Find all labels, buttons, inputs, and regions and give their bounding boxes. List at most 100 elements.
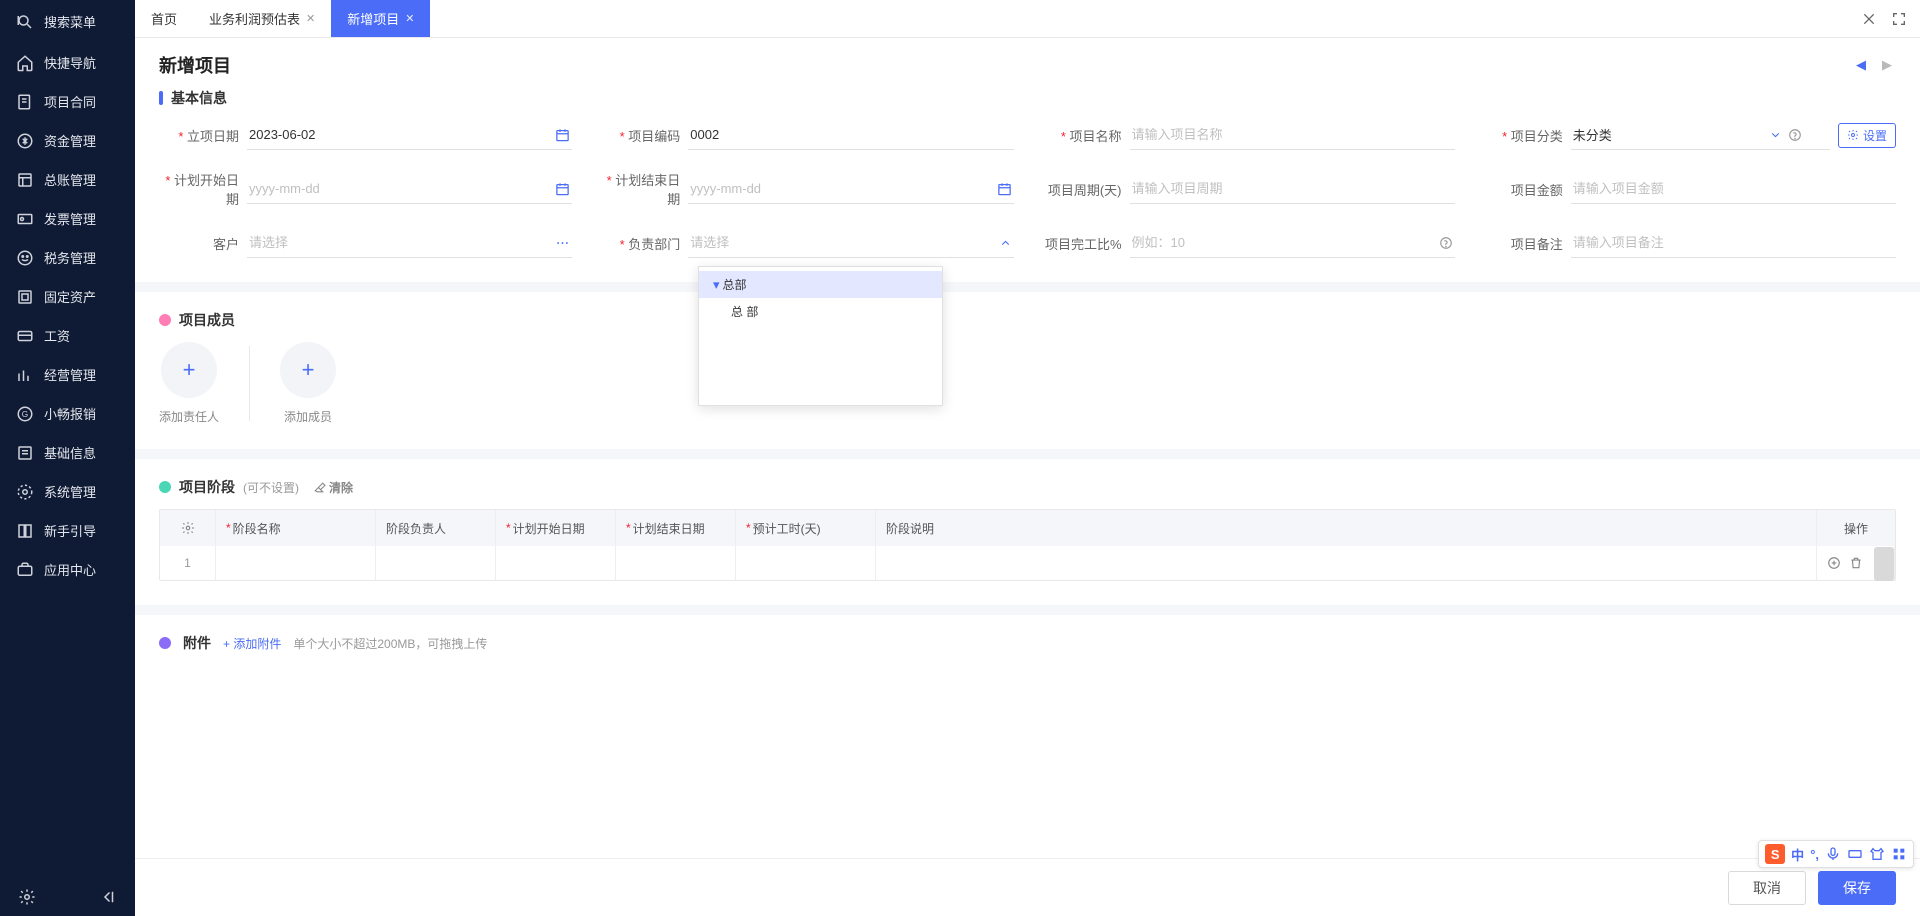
add-row-icon[interactable] <box>1827 556 1841 570</box>
more-icon[interactable] <box>555 236 570 251</box>
dropdown-item-child[interactable]: 总 部 <box>699 298 942 325</box>
sidebar-item-funds[interactable]: 资金管理 <box>0 121 135 160</box>
ime-punct[interactable]: °, <box>1810 847 1819 862</box>
label-amount: 项目金额 <box>1483 180 1571 199</box>
sidebar-item-quicknav[interactable]: 快捷导航 <box>0 43 135 82</box>
input-remark[interactable] <box>1571 228 1896 258</box>
dropdown-item-parent[interactable]: ▾总部 <box>699 271 942 298</box>
grid-icon[interactable] <box>1891 846 1907 862</box>
page-title: 新增项目 <box>159 52 231 78</box>
ime-toolbar[interactable]: S 中 °, <box>1758 840 1914 868</box>
close-icon[interactable]: ✕ <box>405 12 414 25</box>
input-complete[interactable] <box>1130 228 1455 258</box>
sidebar-item-invoice[interactable]: 发票管理 <box>0 199 135 238</box>
input-code[interactable] <box>688 120 1013 150</box>
gear-icon[interactable] <box>18 888 36 906</box>
sidebar-search[interactable]: 搜索菜单 <box>0 0 135 43</box>
chevron-down-icon[interactable] <box>1769 129 1782 142</box>
sidebar-item-operation[interactable]: 经营管理 <box>0 355 135 394</box>
sidebar-item-basicinfo[interactable]: 基础信息 <box>0 433 135 472</box>
scrollbar[interactable] <box>1874 547 1894 581</box>
add-attachment-button[interactable]: + 添加附件 <box>223 635 281 652</box>
plus-icon: + <box>161 342 217 398</box>
expense-icon: G <box>16 405 34 423</box>
sidebar-item-tax[interactable]: 税务管理 <box>0 238 135 277</box>
sidebar-item-ledger[interactable]: 总账管理 <box>0 160 135 199</box>
mic-icon[interactable] <box>1825 846 1841 862</box>
divider <box>249 346 250 421</box>
sidebar-item-expense[interactable]: G小畅报销 <box>0 394 135 433</box>
input-date[interactable] <box>247 120 572 150</box>
section-title-members: 项目成员 <box>179 310 235 330</box>
tab-home[interactable]: 首页 <box>135 0 193 37</box>
sidebar-item-assets[interactable]: 固定资产 <box>0 277 135 316</box>
collapse-icon[interactable] <box>99 888 117 906</box>
plus-icon: + <box>280 342 336 398</box>
col-desc: 阶段说明 <box>876 510 1817 546</box>
sidebar-item-system[interactable]: 系统管理 <box>0 472 135 511</box>
next-arrow[interactable]: ▶ <box>1878 53 1896 77</box>
info-icon <box>16 444 34 462</box>
input-plan-start[interactable] <box>247 174 572 204</box>
add-owner[interactable]: +添加责任人 <box>159 342 219 425</box>
assets-icon <box>16 288 34 306</box>
sidebar-item-project-contract[interactable]: 项目合同 <box>0 82 135 121</box>
input-customer[interactable] <box>247 228 572 258</box>
table-row[interactable]: 1 <box>160 546 1895 580</box>
tab-profit-report[interactable]: 业务利润预估表✕ <box>193 0 331 37</box>
clear-button[interactable]: 清除 <box>313 479 353 496</box>
calendar-icon[interactable] <box>555 128 570 143</box>
tab-new-project[interactable]: 新增项目✕ <box>331 0 430 37</box>
stages-hint: (可不设置) <box>243 479 299 496</box>
tax-icon <box>16 249 34 267</box>
contract-icon <box>16 93 34 111</box>
close-icon[interactable]: ✕ <box>306 12 315 25</box>
help-icon[interactable] <box>1439 236 1453 250</box>
section-title-basic: 基本信息 <box>171 88 227 108</box>
input-period[interactable] <box>1130 174 1455 204</box>
settings-button[interactable]: 设置 <box>1838 123 1896 148</box>
input-amount[interactable] <box>1571 174 1896 204</box>
calendar-icon[interactable] <box>555 182 570 197</box>
caret-down-icon: ▾ <box>713 277 720 293</box>
chart-icon <box>16 366 34 384</box>
content: 新增项目 ◀ ▶ 基本信息 立项日期 项目编码 项目名称 项目分类设置 计划开始… <box>135 38 1920 858</box>
chevron-up-icon[interactable] <box>999 237 1012 250</box>
input-plan-end[interactable] <box>688 174 1013 204</box>
label-customer: 客户 <box>159 234 247 253</box>
invoice-icon <box>16 210 34 228</box>
skin-icon[interactable] <box>1869 846 1885 862</box>
gear-icon[interactable] <box>181 521 195 535</box>
funds-icon <box>16 132 34 150</box>
ime-lang[interactable]: 中 <box>1791 845 1804 864</box>
attach-hint: 单个大小不超过200MB，可拖拽上传 <box>293 635 487 652</box>
main: 首页 业务利润预估表✕ 新增项目✕ 新增项目 ◀ ▶ 基本信息 <box>135 0 1920 916</box>
close-all-button[interactable] <box>1858 8 1880 30</box>
sidebar-item-guide[interactable]: 新手引导 <box>0 511 135 550</box>
ledger-icon <box>16 171 34 189</box>
prev-arrow[interactable]: ◀ <box>1852 53 1870 77</box>
eraser-icon <box>313 481 326 494</box>
delete-row-icon[interactable] <box>1849 556 1863 570</box>
label-date: 立项日期 <box>159 126 247 145</box>
svg-text:G: G <box>22 410 28 419</box>
section-title-stages: 项目阶段 <box>179 477 235 497</box>
keyboard-icon[interactable] <box>1847 846 1863 862</box>
label-plan-end: 计划结束日期 <box>600 170 688 208</box>
save-button[interactable]: 保存 <box>1818 871 1896 905</box>
fullscreen-button[interactable] <box>1888 8 1910 30</box>
col-op: 操作 <box>1817 510 1895 546</box>
input-dept[interactable] <box>688 228 1013 258</box>
add-member[interactable]: +添加成员 <box>280 342 336 425</box>
gear-icon <box>1847 129 1859 141</box>
col-start: 计划开始日期 <box>496 510 616 546</box>
calendar-icon[interactable] <box>997 182 1012 197</box>
col-owner: 阶段负责人 <box>376 510 496 546</box>
col-name: 阶段名称 <box>216 510 376 546</box>
help-icon[interactable] <box>1788 128 1802 142</box>
sidebar-item-apps[interactable]: 应用中心 <box>0 550 135 589</box>
input-name[interactable] <box>1130 120 1455 150</box>
cancel-button[interactable]: 取消 <box>1728 871 1806 905</box>
table-header: 阶段名称 阶段负责人 计划开始日期 计划结束日期 预计工时(天) 阶段说明 操作 <box>160 510 1895 546</box>
sidebar-item-salary[interactable]: 工资 <box>0 316 135 355</box>
